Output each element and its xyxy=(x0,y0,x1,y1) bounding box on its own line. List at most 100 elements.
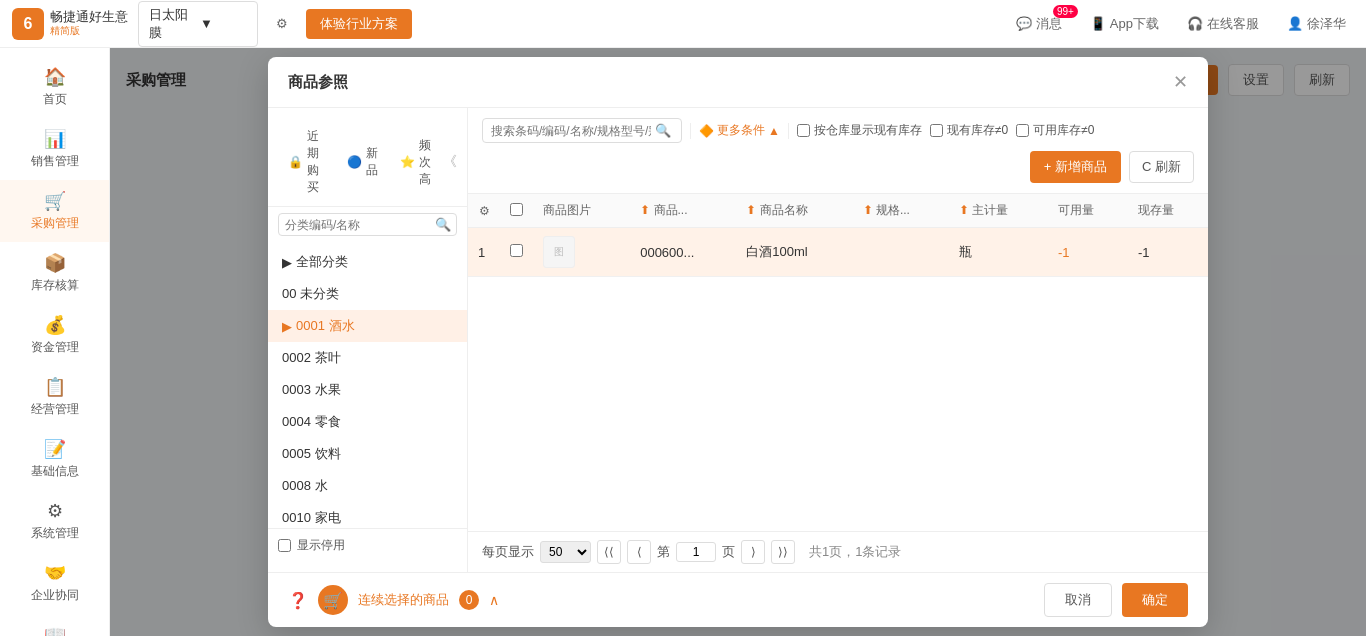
cart-button[interactable]: 🛒 xyxy=(318,585,348,615)
sidebar-item-inventory[interactable]: 📦 库存核算 xyxy=(0,242,109,304)
col-spec[interactable]: ⬆ 规格... xyxy=(853,194,949,228)
check-avail-nz[interactable] xyxy=(1016,124,1029,137)
cat-item-0005[interactable]: 0005 饮料 xyxy=(268,438,467,470)
product-table: ⚙ 商品图片 ⬆ 商品... ⬆ xyxy=(468,194,1208,277)
sidebar-item-system[interactable]: ⚙ 系统管理 xyxy=(0,490,109,552)
product-search-input[interactable] xyxy=(491,124,651,138)
settings-button[interactable]: ⚙ xyxy=(268,12,296,35)
row-checkbox[interactable] xyxy=(510,244,523,257)
per-page-label: 每页显示 xyxy=(482,543,534,561)
tab-recent-purchase[interactable]: 🔒 近期购买 xyxy=(278,124,335,200)
sidebar-item-operations[interactable]: 📋 经营管理 xyxy=(0,366,109,428)
basic-icon: 📝 xyxy=(44,438,66,460)
category-list: ▶ 全部分类 00 未分类 ▶ 0001 酒水 0002 茶 xyxy=(268,242,467,528)
left-collapse-button[interactable]: 《 xyxy=(443,153,457,171)
cancel-button[interactable]: 取消 xyxy=(1044,583,1112,617)
user-button[interactable]: 👤 徐泽华 xyxy=(1279,11,1354,37)
product-table-body: 1 图 000600... 白酒100ml xyxy=(468,228,1208,277)
cat-label-0008: 0008 水 xyxy=(282,477,328,495)
left-footer: 显示停用 xyxy=(268,528,467,562)
help-icon[interactable]: ❓ xyxy=(288,591,308,610)
sidebar-item-finance[interactable]: 💰 资金管理 xyxy=(0,304,109,366)
next-page-button[interactable]: ⟩ xyxy=(741,540,765,564)
add-product-button[interactable]: + 新增商品 xyxy=(1030,151,1121,183)
sidebar-item-basic[interactable]: 📝 基础信息 xyxy=(0,428,109,490)
store-selector[interactable]: 日太阳膜 ▼ xyxy=(138,1,258,47)
dialog-close-button[interactable]: ✕ xyxy=(1173,71,1188,93)
expand-icon: ▶ xyxy=(282,255,292,270)
page-content: 采购管理 查询 设置 刷新 商品参照 ✕ xyxy=(110,48,1366,636)
trial-button[interactable]: 体验行业方案 xyxy=(306,9,412,39)
sidebar-item-guide[interactable]: 📖 新手引导 xyxy=(0,614,109,636)
show-disabled-checkbox[interactable] xyxy=(278,539,291,552)
check-stock-nz-text: 现有库存≠0 xyxy=(947,122,1008,139)
col-settings[interactable]: ⚙ xyxy=(468,194,500,228)
tab-new-product[interactable]: 🔵 新品 xyxy=(337,141,388,183)
service-button[interactable]: 🎧 在线客服 xyxy=(1179,11,1267,37)
check-warehouse-label[interactable]: 按仓库显示现有库存 xyxy=(797,122,922,139)
tab-frequent[interactable]: ⭐ 频次高 xyxy=(390,133,441,192)
sidebar-item-home[interactable]: 🏠 首页 xyxy=(0,56,109,118)
first-page-button[interactable]: ⟨⟨ xyxy=(597,540,621,564)
col-available: 可用量 xyxy=(1048,194,1128,228)
category-search-icon[interactable]: 🔍 xyxy=(435,217,451,232)
cat-item-0008[interactable]: 0008 水 xyxy=(268,470,467,502)
cat-item-0004[interactable]: 0004 零食 xyxy=(268,406,467,438)
search-icon[interactable]: 🔍 xyxy=(655,123,671,138)
check-warehouse[interactable] xyxy=(797,124,810,137)
page-number-input[interactable] xyxy=(676,542,716,562)
selected-count-badge: 0 xyxy=(459,590,479,610)
cat-item-00[interactable]: 00 未分类 xyxy=(268,278,467,310)
cat-label-0001: 0001 酒水 xyxy=(296,317,355,335)
cat-item-0010[interactable]: 0010 家电 xyxy=(268,502,467,528)
check-avail-nz-label[interactable]: 可用库存≠0 xyxy=(1016,122,1094,139)
col-unit[interactable]: ⬆ 主计量 xyxy=(949,194,1048,228)
sidebar-label-basic: 基础信息 xyxy=(31,463,79,480)
check-stock-nz-label[interactable]: 现有库存≠0 xyxy=(930,122,1008,139)
per-page-select[interactable]: 50 10 20 100 xyxy=(540,541,591,563)
filter-separator xyxy=(690,123,691,139)
filter-button[interactable]: 🔶 更多条件 ▲ xyxy=(699,122,780,139)
refresh-table-button[interactable]: C 刷新 xyxy=(1129,151,1194,183)
cat-label-0002: 0002 茶叶 xyxy=(282,349,341,367)
row-stock: -1 xyxy=(1128,228,1208,277)
confirm-button[interactable]: 确定 xyxy=(1122,583,1188,617)
sidebar-item-collab[interactable]: 🤝 企业协同 xyxy=(0,552,109,614)
category-search: 🔍 xyxy=(278,213,457,236)
table-header-row: ⚙ 商品图片 ⬆ 商品... ⬆ xyxy=(468,194,1208,228)
product-reference-dialog: 商品参照 ✕ 🔒 近期购买 🔵 xyxy=(268,57,1208,627)
table-toolbar: 🔍 🔶 更多条件 ▲ 按仓库显示现有库存 xyxy=(468,108,1208,194)
cat-item-0001[interactable]: ▶ 0001 酒水 xyxy=(268,310,467,342)
app-label: App下载 xyxy=(1110,15,1159,33)
app-download-button[interactable]: 📱 App下载 xyxy=(1082,11,1167,37)
home-icon: 🏠 xyxy=(44,66,66,88)
cat-label-0004: 0004 零食 xyxy=(282,413,341,431)
nav-right: 💬 消息 99+ 📱 App下载 🎧 在线客服 👤 徐泽华 xyxy=(1008,11,1354,37)
finance-icon: 💰 xyxy=(44,314,66,336)
col-name[interactable]: ⬆ 商品名称 xyxy=(736,194,852,228)
check-stock-nz[interactable] xyxy=(930,124,943,137)
row-code: 000600... xyxy=(630,228,736,277)
dialog-footer: ❓ 🛒 连续选择的商品 0 ∧ 取消 确定 xyxy=(268,572,1208,627)
dialog-title: 商品参照 xyxy=(288,73,348,92)
prev-page-button[interactable]: ⟨ xyxy=(627,540,651,564)
filter-label: 更多条件 xyxy=(717,122,765,139)
sidebar-item-purchase[interactable]: 🛒 采购管理 xyxy=(0,180,109,242)
table-row[interactable]: 1 图 000600... 白酒100ml xyxy=(468,228,1208,277)
message-button[interactable]: 💬 消息 99+ xyxy=(1008,11,1070,37)
cat-item-0003[interactable]: 0003 水果 xyxy=(268,374,467,406)
row-seq: 1 xyxy=(468,228,500,277)
last-page-button[interactable]: ⟩⟩ xyxy=(771,540,795,564)
cat-item-all[interactable]: ▶ 全部分类 xyxy=(268,246,467,278)
footer-collapse-button[interactable]: ∧ xyxy=(489,592,499,608)
check-warehouse-text: 按仓库显示现有库存 xyxy=(814,122,922,139)
dialog-header: 商品参照 ✕ xyxy=(268,57,1208,108)
cat-item-0002[interactable]: 0002 茶叶 xyxy=(268,342,467,374)
select-all-checkbox[interactable] xyxy=(510,203,523,216)
sidebar-item-sales[interactable]: 📊 销售管理 xyxy=(0,118,109,180)
product-search-box: 🔍 xyxy=(482,118,682,143)
category-search-input[interactable] xyxy=(285,218,435,232)
filter-arrow-icon: ▲ xyxy=(768,124,780,138)
col-code[interactable]: ⬆ 商品... xyxy=(630,194,736,228)
operations-icon: 📋 xyxy=(44,376,66,398)
